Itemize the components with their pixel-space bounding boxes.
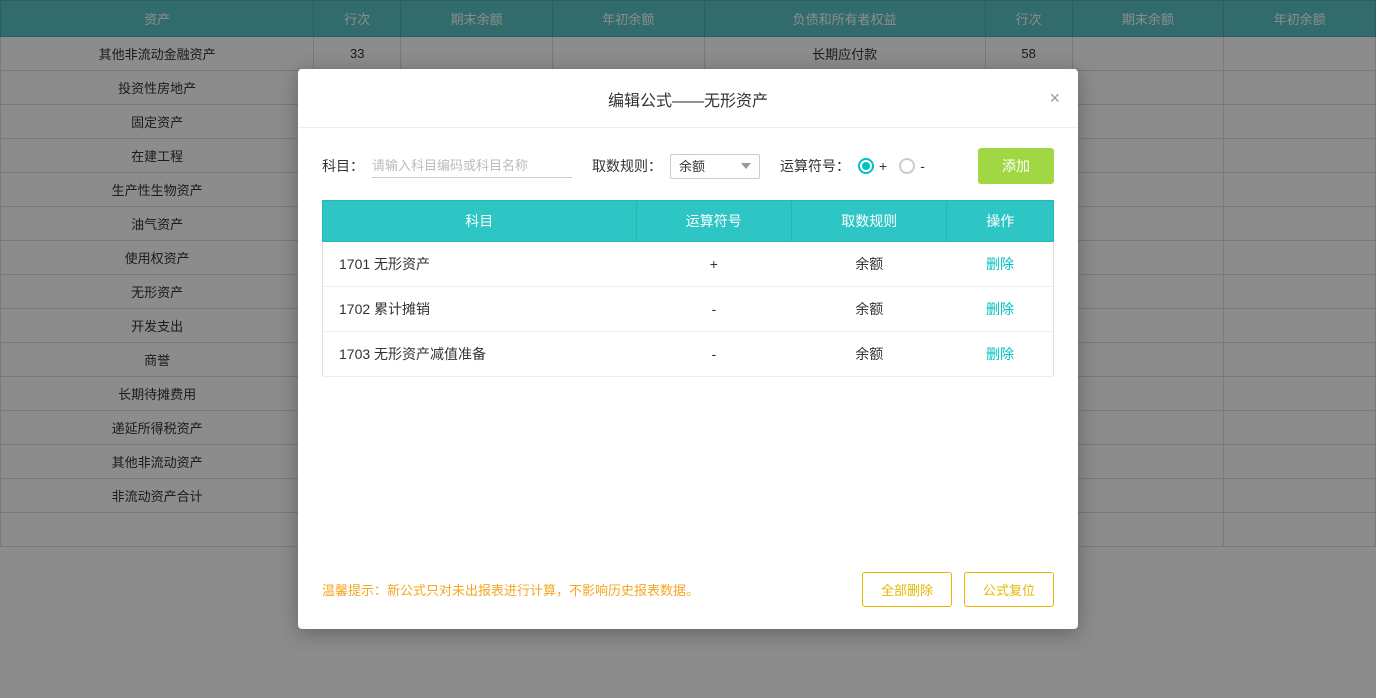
table-header-cell: 操作 <box>947 201 1054 242</box>
operator-options: + - <box>858 158 925 174</box>
table-cell-rule: 余额 <box>792 287 947 332</box>
modal-footer: 温馨提示：新公式只对未出报表进行计算，不影响历史报表数据。 全部删除 公式复位 <box>298 552 1078 629</box>
table-cell-operator: - <box>636 287 791 332</box>
table-cell-rule: 余额 <box>792 242 947 287</box>
table-cell-action: 删除 <box>947 242 1054 287</box>
form-row: 科目： 取数规则： 余额 借方 贷方 借方发生额 贷方发生额 运算符号： <box>298 128 1078 200</box>
rule-label: 取数规则： <box>592 156 662 176</box>
table-header-cell: 科目 <box>323 201 637 242</box>
data-table: 科目运算符号取数规则操作 1701 无形资产+余额删除1702 累计摊销-余额删… <box>322 200 1054 377</box>
table-cell-subject: 1701 无形资产 <box>323 242 637 287</box>
delete-all-button[interactable]: 全部删除 <box>862 572 952 607</box>
modal-overlay: 编辑公式——无形资产 × 科目： 取数规则： 余额 借方 贷方 借方发生额 贷方… <box>0 0 1376 698</box>
table-cell-action: 删除 <box>947 332 1054 377</box>
delete-link[interactable]: 删除 <box>986 256 1014 272</box>
table-header-cell: 运算符号 <box>636 201 791 242</box>
operator-plus-radio[interactable] <box>858 158 874 174</box>
modal-header: 编辑公式——无形资产 × <box>298 69 1078 128</box>
operator-plus-option[interactable]: + <box>858 158 887 174</box>
operator-label: 运算符号： <box>780 156 850 176</box>
rule-select-wrap: 余额 借方 贷方 借方发生额 贷方发生额 <box>670 154 760 179</box>
subject-input[interactable] <box>372 154 572 178</box>
operator-minus-radio[interactable] <box>899 158 915 174</box>
table-cell-action: 删除 <box>947 287 1054 332</box>
table-cell-operator: + <box>636 242 791 287</box>
footer-tip: 温馨提示：新公式只对未出报表进行计算，不影响历史报表数据。 <box>322 580 699 599</box>
operator-group: 运算符号： + - <box>780 156 925 176</box>
modal-dialog: 编辑公式——无形资产 × 科目： 取数规则： 余额 借方 贷方 借方发生额 贷方… <box>298 69 1078 629</box>
table-row: 1702 累计摊销-余额 删除 <box>323 287 1054 332</box>
table-cell-subject: 1703 无形资产减值准备 <box>323 332 637 377</box>
table-header-cell: 取数规则 <box>792 201 947 242</box>
delete-link[interactable]: 删除 <box>986 346 1014 362</box>
table-cell-rule: 余额 <box>792 332 947 377</box>
modal-close-button[interactable]: × <box>1049 89 1060 107</box>
reset-button[interactable]: 公式复位 <box>964 572 1054 607</box>
subject-group: 科目： <box>322 154 572 178</box>
operator-plus-label: + <box>879 158 887 174</box>
rule-select[interactable]: 余额 借方 贷方 借方发生额 贷方发生额 <box>670 154 760 179</box>
rule-group: 取数规则： 余额 借方 贷方 借方发生额 贷方发生额 <box>592 154 760 179</box>
table-cell-subject: 1702 累计摊销 <box>323 287 637 332</box>
subject-label: 科目： <box>322 156 364 176</box>
table-row: 1701 无形资产+余额 删除 <box>323 242 1054 287</box>
operator-minus-option[interactable]: - <box>899 158 925 174</box>
footer-buttons: 全部删除 公式复位 <box>862 572 1054 607</box>
table-row: 1703 无形资产减值准备-余额 删除 <box>323 332 1054 377</box>
table-area: 科目运算符号取数规则操作 1701 无形资产+余额删除1702 累计摊销-余额删… <box>298 200 1078 552</box>
modal-title: 编辑公式——无形资产 <box>608 93 768 110</box>
add-button[interactable]: 添加 <box>978 148 1054 184</box>
operator-minus-label: - <box>920 158 925 174</box>
delete-link[interactable]: 删除 <box>986 301 1014 317</box>
table-cell-operator: - <box>636 332 791 377</box>
